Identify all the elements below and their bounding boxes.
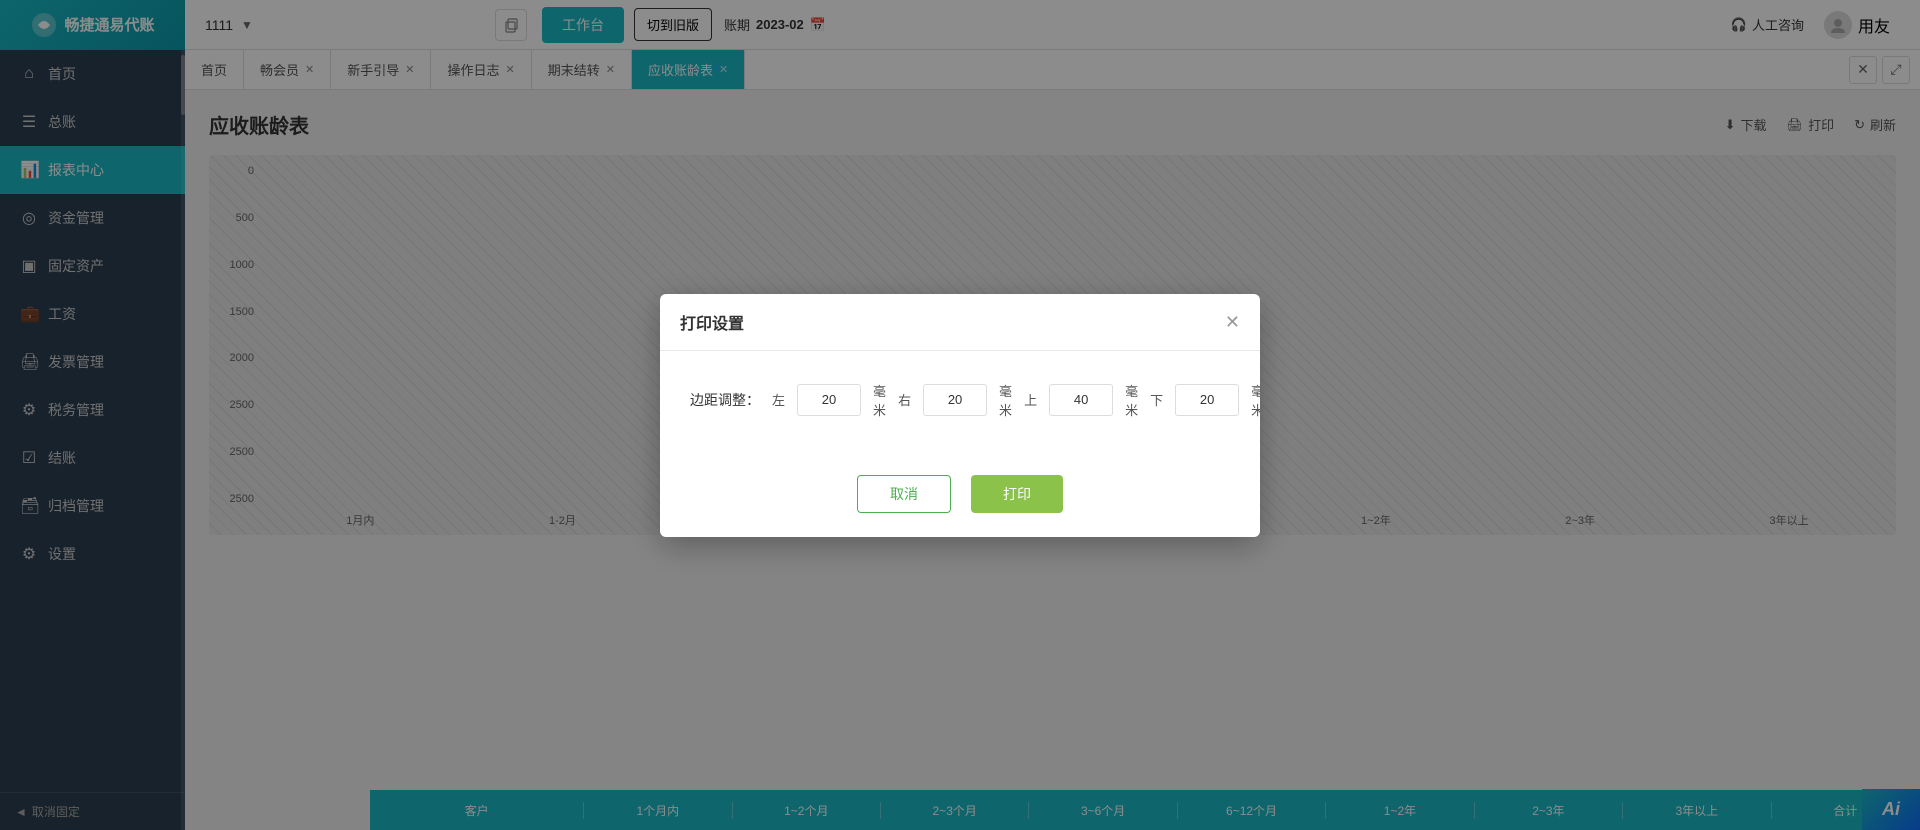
print-settings-modal: 打印设置 ✕ 边距调整： 左 毫米 右 毫米 上 毫米 下 毫米 取消 [660, 294, 1260, 537]
bottom-direction-label: 下 [1150, 390, 1163, 409]
margin-row: 边距调整： 左 毫米 右 毫米 上 毫米 下 毫米 [690, 381, 1230, 419]
modal-close-button[interactable]: ✕ [1225, 313, 1240, 331]
right-unit: 毫米 [999, 381, 1012, 419]
cancel-button[interactable]: 取消 [857, 475, 951, 513]
top-unit: 毫米 [1125, 381, 1138, 419]
print-confirm-button[interactable]: 打印 [971, 475, 1063, 513]
modal-body: 边距调整： 左 毫米 右 毫米 上 毫米 下 毫米 [660, 351, 1260, 459]
bottom-margin-input[interactable] [1175, 384, 1239, 416]
top-direction-label: 上 [1024, 390, 1037, 409]
modal-title: 打印设置 [680, 310, 744, 334]
modal-header: 打印设置 ✕ [660, 294, 1260, 351]
modal-footer: 取消 打印 [660, 459, 1260, 537]
top-margin-input[interactable] [1049, 384, 1113, 416]
left-direction-label: 左 [772, 390, 785, 409]
right-margin-input[interactable] [923, 384, 987, 416]
left-unit: 毫米 [873, 381, 886, 419]
right-direction-label: 右 [898, 390, 911, 409]
left-margin-input[interactable] [797, 384, 861, 416]
bottom-unit: 毫米 [1251, 381, 1260, 419]
margin-label: 边距调整： [690, 390, 760, 410]
modal-overlay[interactable]: 打印设置 ✕ 边距调整： 左 毫米 右 毫米 上 毫米 下 毫米 取消 [0, 0, 1920, 830]
